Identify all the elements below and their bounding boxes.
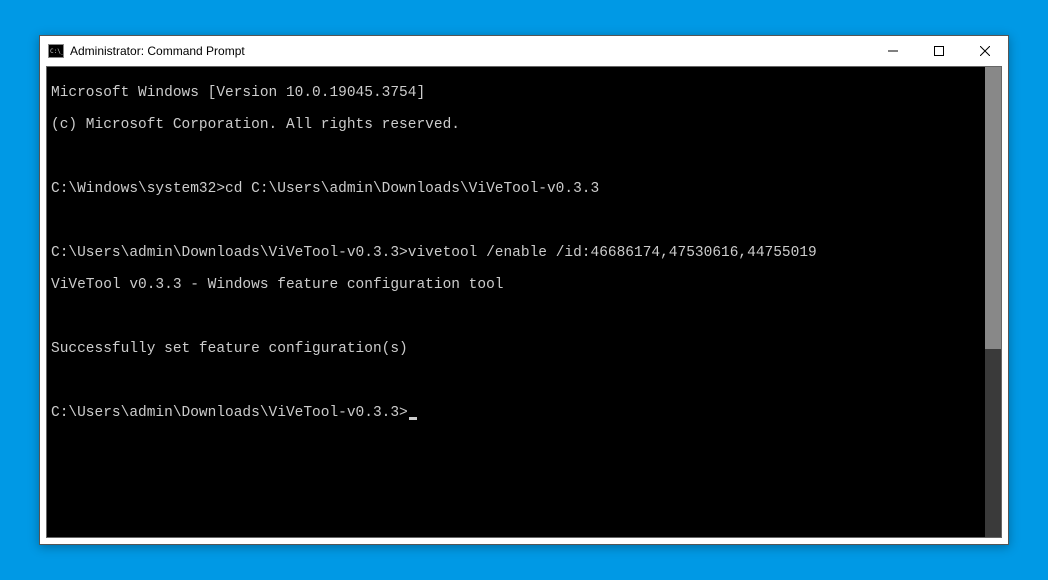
output-line: Microsoft Windows [Version 10.0.19045.37… [51, 85, 981, 101]
window-controls [870, 36, 1008, 66]
command: cd C:\Users\admin\Downloads\ViVeTool-v0.… [225, 181, 599, 197]
prompt: C:\Windows\system32> [51, 181, 225, 197]
minimize-button[interactable] [870, 36, 916, 66]
terminal-output[interactable]: Microsoft Windows [Version 10.0.19045.37… [47, 67, 985, 537]
output-line: Successfully set feature configuration(s… [51, 341, 981, 357]
command-prompt-window: Administrator: Command Prompt Microsoft … [39, 35, 1009, 545]
close-button[interactable] [962, 36, 1008, 66]
terminal-area[interactable]: Microsoft Windows [Version 10.0.19045.37… [46, 66, 1002, 538]
blank-line [51, 149, 981, 165]
blank-line [51, 309, 981, 325]
prompt-line: C:\Windows\system32>cd C:\Users\admin\Do… [51, 181, 981, 197]
output-line: ViVeTool v0.3.3 - Windows feature config… [51, 277, 981, 293]
maximize-button[interactable] [916, 36, 962, 66]
blank-line [51, 213, 981, 229]
cursor [409, 417, 417, 420]
blank-line [51, 373, 981, 389]
titlebar[interactable]: Administrator: Command Prompt [40, 36, 1008, 66]
cmd-icon [48, 44, 64, 58]
scrollbar[interactable] [985, 67, 1001, 537]
command: vivetool /enable /id:46686174,47530616,4… [408, 245, 817, 261]
prompt: C:\Users\admin\Downloads\ViVeTool-v0.3.3… [51, 245, 408, 261]
window-title: Administrator: Command Prompt [70, 44, 870, 58]
prompt-line: C:\Users\admin\Downloads\ViVeTool-v0.3.3… [51, 245, 981, 261]
output-line: (c) Microsoft Corporation. All rights re… [51, 117, 981, 133]
prompt-line: C:\Users\admin\Downloads\ViVeTool-v0.3.3… [51, 405, 981, 421]
scrollbar-thumb[interactable] [985, 67, 1001, 349]
prompt: C:\Users\admin\Downloads\ViVeTool-v0.3.3… [51, 405, 408, 421]
